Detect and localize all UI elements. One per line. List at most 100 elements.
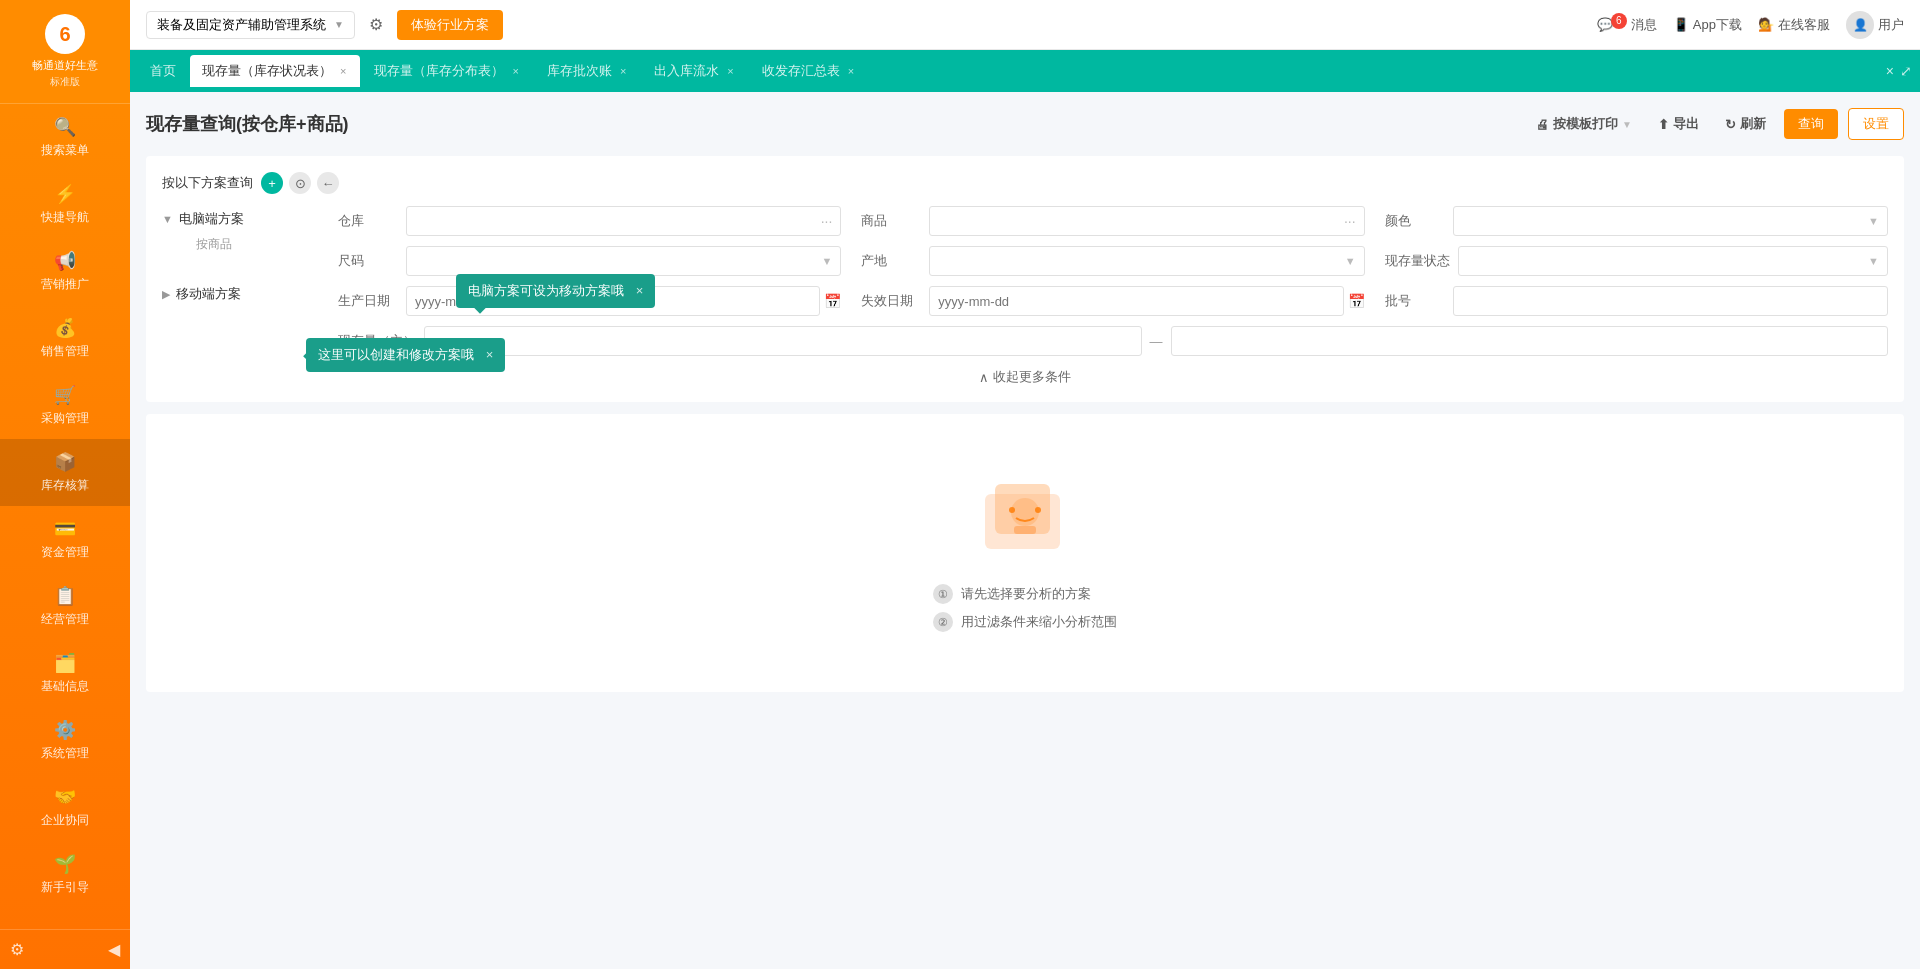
- calendar-icon[interactable]: 📅: [1348, 293, 1365, 309]
- sidebar-item-coop[interactable]: 🤝 企业协同: [0, 774, 130, 841]
- print-btn[interactable]: 🖨 按模板打印 ▼: [1528, 111, 1640, 137]
- form-row-4: 现存量（主） —: [338, 326, 1888, 356]
- empty-steps: ① 请先选择要分析的方案 ② 用过滤条件来缩小分析范围: [933, 584, 1117, 632]
- lightning-icon: ⚡: [54, 183, 76, 205]
- tab-batch[interactable]: 库存批次账 ×: [535, 55, 640, 87]
- sidebar-item-system[interactable]: ⚙️ 系统管理: [0, 707, 130, 774]
- sidebar-item-sales[interactable]: 💰 销售管理: [0, 305, 130, 372]
- sidebar-item-finance[interactable]: 💳 资金管理: [0, 506, 130, 573]
- filter-label: 按以下方案查询: [162, 174, 253, 192]
- tooltip-close-btn[interactable]: ×: [486, 347, 494, 362]
- tab-collect[interactable]: 收发存汇总表 ×: [750, 55, 868, 87]
- add-scheme-btn[interactable]: +: [261, 172, 283, 194]
- sidebar-item-marketing[interactable]: 📢 营销推广: [0, 238, 130, 305]
- tab-home[interactable]: 首页: [138, 55, 188, 87]
- range-sep: —: [1150, 334, 1163, 349]
- tab-label: 现存量（库存状况表）: [202, 62, 332, 80]
- sidebar-item-label: 基础信息: [41, 678, 89, 695]
- tab-close-icon[interactable]: ×: [338, 64, 348, 78]
- svg-point-5: [1035, 507, 1041, 513]
- sidebar-item-basic[interactable]: 🗂️ 基础信息: [0, 640, 130, 707]
- batch-no-input[interactable]: [1453, 286, 1888, 316]
- scheme-item-default[interactable]: 按商品: [182, 232, 322, 257]
- goods-input[interactable]: ···: [929, 206, 1364, 236]
- sidebar-item-guide[interactable]: 🌱 新手引导: [0, 841, 130, 908]
- tab-close-icon[interactable]: ×: [618, 64, 628, 78]
- app-selector[interactable]: 装备及固定资产辅助管理系统 ▼: [146, 11, 355, 39]
- sidebar-logo: 6 畅通道好生意 标准版: [0, 0, 130, 104]
- stock-main-to[interactable]: [1171, 326, 1889, 356]
- tab-close-icon[interactable]: ×: [846, 64, 856, 78]
- expand-arrow-icon: ▶: [162, 288, 170, 301]
- export-btn[interactable]: ⬆ 导出: [1650, 111, 1707, 137]
- more-icon: ···: [821, 213, 833, 229]
- sidebar-footer: ⚙ ◀: [0, 929, 130, 969]
- tab-stock-dist[interactable]: 现存量（库存分布表） ×: [362, 55, 532, 87]
- topbar-right: 💬 6 消息 📱 App下载 💁 在线客服 👤 用户: [1597, 11, 1904, 39]
- form-row-1: 仓库 ··· 商品 ···: [338, 206, 1888, 236]
- scheme-mobile[interactable]: ▶ 移动端方案: [162, 281, 322, 307]
- download-icon: 📱: [1673, 17, 1689, 32]
- message-label: 消息: [1631, 16, 1657, 34]
- settings-footer-btn[interactable]: ⚙: [10, 940, 24, 959]
- topbar: 装备及固定资产辅助管理系统 ▼ ⚙ 体验行业方案 💬 6 消息 📱 App下载 …: [130, 0, 1920, 50]
- tab-close-icon[interactable]: ×: [725, 64, 735, 78]
- warehouse-input[interactable]: ···: [406, 206, 841, 236]
- sidebar: 6 畅通道好生意 标准版 🔍 搜索菜单 ⚡ 快捷导航 📢 营销推广 💰 销售管理…: [0, 0, 130, 969]
- refresh-btn[interactable]: ↻ 刷新: [1717, 111, 1774, 137]
- scheme-pc-children: 按商品: [162, 232, 322, 257]
- page-content: 现存量查询(按仓库+商品) 🖨 按模板打印 ▼ ⬆ 导出 ↻ 刷新 查询 设置: [130, 92, 1920, 969]
- form-field-expire-date: 失效日期 📅: [861, 286, 1364, 316]
- calendar-icon[interactable]: 📅: [824, 293, 841, 309]
- expire-date-from[interactable]: [929, 286, 1343, 316]
- online-service-label: 在线客服: [1778, 16, 1830, 34]
- stock-main-from[interactable]: [424, 326, 1142, 356]
- step-num-1: ①: [933, 584, 953, 604]
- query-button[interactable]: 查询: [1784, 109, 1838, 139]
- copy-scheme-btn[interactable]: ⊙: [289, 172, 311, 194]
- collapse-sidebar-btn[interactable]: ◀: [108, 940, 120, 959]
- settings-icon[interactable]: ⚙: [365, 11, 387, 38]
- collapse-arrow-icon: ∧: [979, 370, 989, 385]
- sidebar-item-stock[interactable]: 📦 库存核算: [0, 439, 130, 506]
- chevron-down-icon: ▼: [1622, 119, 1632, 130]
- sidebar-item-search[interactable]: 🔍 搜索菜单: [0, 104, 130, 171]
- app-download-action[interactable]: 📱 App下载: [1673, 16, 1742, 34]
- online-service-action[interactable]: 💁 在线客服: [1758, 16, 1830, 34]
- empty-step-1: ① 请先选择要分析的方案: [933, 584, 1117, 604]
- sidebar-item-purchase[interactable]: 🛒 采购管理: [0, 372, 130, 439]
- logo-badge: 标准版: [50, 75, 80, 89]
- sidebar-nav: 🔍 搜索菜单 ⚡ 快捷导航 📢 营销推广 💰 销售管理 🛒 采购管理 📦 库存核…: [0, 104, 130, 929]
- chevron-down-icon: ▼: [334, 19, 344, 30]
- sidebar-item-operations[interactable]: 📋 经营管理: [0, 573, 130, 640]
- origin-select[interactable]: ▼: [929, 246, 1364, 276]
- chevron-down-icon: ▼: [821, 255, 832, 267]
- tab-close-icon[interactable]: ×: [510, 64, 520, 78]
- tab-stock-status[interactable]: 现存量（库存状况表） ×: [190, 55, 360, 87]
- tab-inout[interactable]: 出入库流水 ×: [642, 55, 747, 87]
- scheme-pc[interactable]: ▼ 电脑端方案: [162, 206, 322, 232]
- close-all-tabs-icon[interactable]: ×: [1886, 63, 1894, 79]
- empty-step-2: ② 用过滤条件来缩小分析范围: [933, 612, 1117, 632]
- svg-point-4: [1009, 507, 1015, 513]
- operations-icon: 📋: [54, 585, 76, 607]
- set-button[interactable]: 设置: [1848, 108, 1904, 140]
- filter-actions: + ⊙ ←: [261, 172, 339, 194]
- message-action[interactable]: 💬 6 消息: [1597, 16, 1657, 34]
- expand-arrow-icon: ▼: [162, 213, 173, 225]
- maximize-icon[interactable]: ⤢: [1900, 63, 1912, 79]
- scheme-tree: ▼ 电脑端方案 按商品 ▶ 移动端方案: [162, 206, 322, 307]
- experience-button[interactable]: 体验行业方案: [397, 10, 503, 40]
- sidebar-item-label: 搜索菜单: [41, 142, 89, 159]
- stock-status-select[interactable]: ▼: [1458, 246, 1888, 276]
- refresh-icon: ↻: [1725, 117, 1736, 132]
- empty-illustration: [970, 474, 1080, 564]
- color-select[interactable]: ▼: [1453, 206, 1888, 236]
- sidebar-item-nav[interactable]: ⚡ 快捷导航: [0, 171, 130, 238]
- user-action[interactable]: 👤 用户: [1846, 11, 1904, 39]
- size-select[interactable]: ▼: [406, 246, 841, 276]
- tooltip-close-btn[interactable]: ×: [636, 283, 644, 298]
- app-name: 装备及固定资产辅助管理系统: [157, 16, 326, 34]
- stock-icon: 📦: [54, 451, 76, 473]
- back-scheme-btn[interactable]: ←: [317, 172, 339, 194]
